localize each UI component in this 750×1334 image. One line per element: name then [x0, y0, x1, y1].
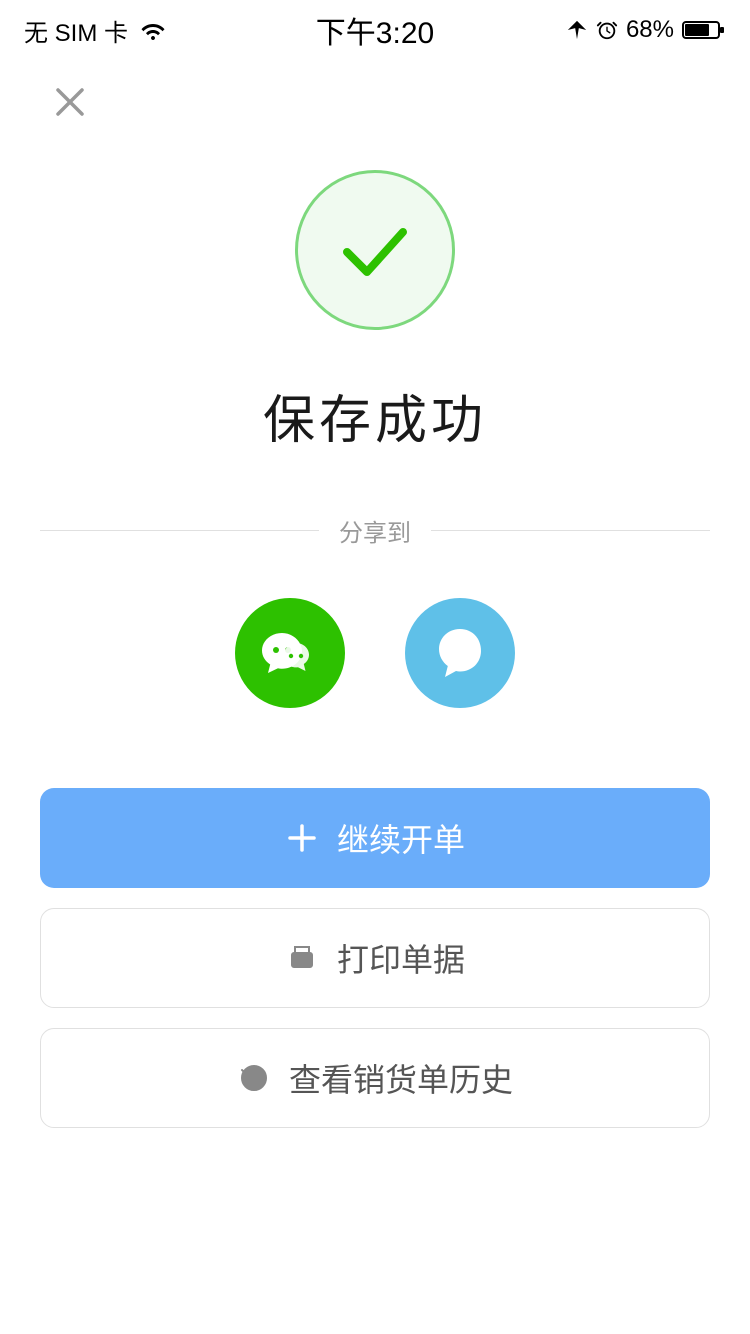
success-title: 保存成功: [263, 378, 487, 453]
print-label: 打印单据: [337, 935, 465, 981]
wechat-icon: [258, 621, 322, 685]
qq-icon: [428, 621, 492, 685]
battery-label: 68%: [626, 16, 674, 44]
continue-button[interactable]: 继续开单: [40, 788, 710, 888]
checkmark-icon: [335, 210, 415, 290]
plus-icon: [285, 821, 319, 855]
success-icon-circle: [295, 170, 455, 330]
continue-label: 继续开单: [337, 815, 465, 861]
history-label: 查看销货单历史: [289, 1055, 513, 1101]
print-button[interactable]: 打印单据: [40, 908, 710, 1008]
divider-line-left: [40, 530, 319, 531]
close-button[interactable]: [40, 72, 100, 132]
qq-share-button[interactable]: [405, 598, 515, 708]
print-icon: [285, 941, 319, 975]
share-label: 分享到: [339, 513, 411, 548]
divider-line-right: [431, 530, 710, 531]
no-sim-label: 无 SIM 卡: [24, 13, 128, 48]
status-left: 无 SIM 卡: [24, 13, 168, 48]
battery-icon: [682, 19, 726, 41]
history-button[interactable]: 查看销货单历史: [40, 1028, 710, 1128]
main-content: 保存成功 分享到: [0, 60, 750, 1128]
alarm-icon: [596, 19, 618, 41]
status-right: 68%: [566, 16, 726, 44]
share-divider: 分享到: [40, 513, 710, 548]
location-icon: [566, 19, 588, 41]
wechat-share-button[interactable]: [235, 598, 345, 708]
history-icon: [237, 1061, 271, 1095]
share-icons-row: [235, 598, 515, 708]
action-buttons: 继续开单 打印单据 查看销货单历史: [40, 788, 710, 1128]
status-time: 下午3:20: [316, 8, 434, 52]
status-bar: 无 SIM 卡 下午3:20 68%: [0, 0, 750, 60]
wifi-icon: [138, 18, 168, 42]
